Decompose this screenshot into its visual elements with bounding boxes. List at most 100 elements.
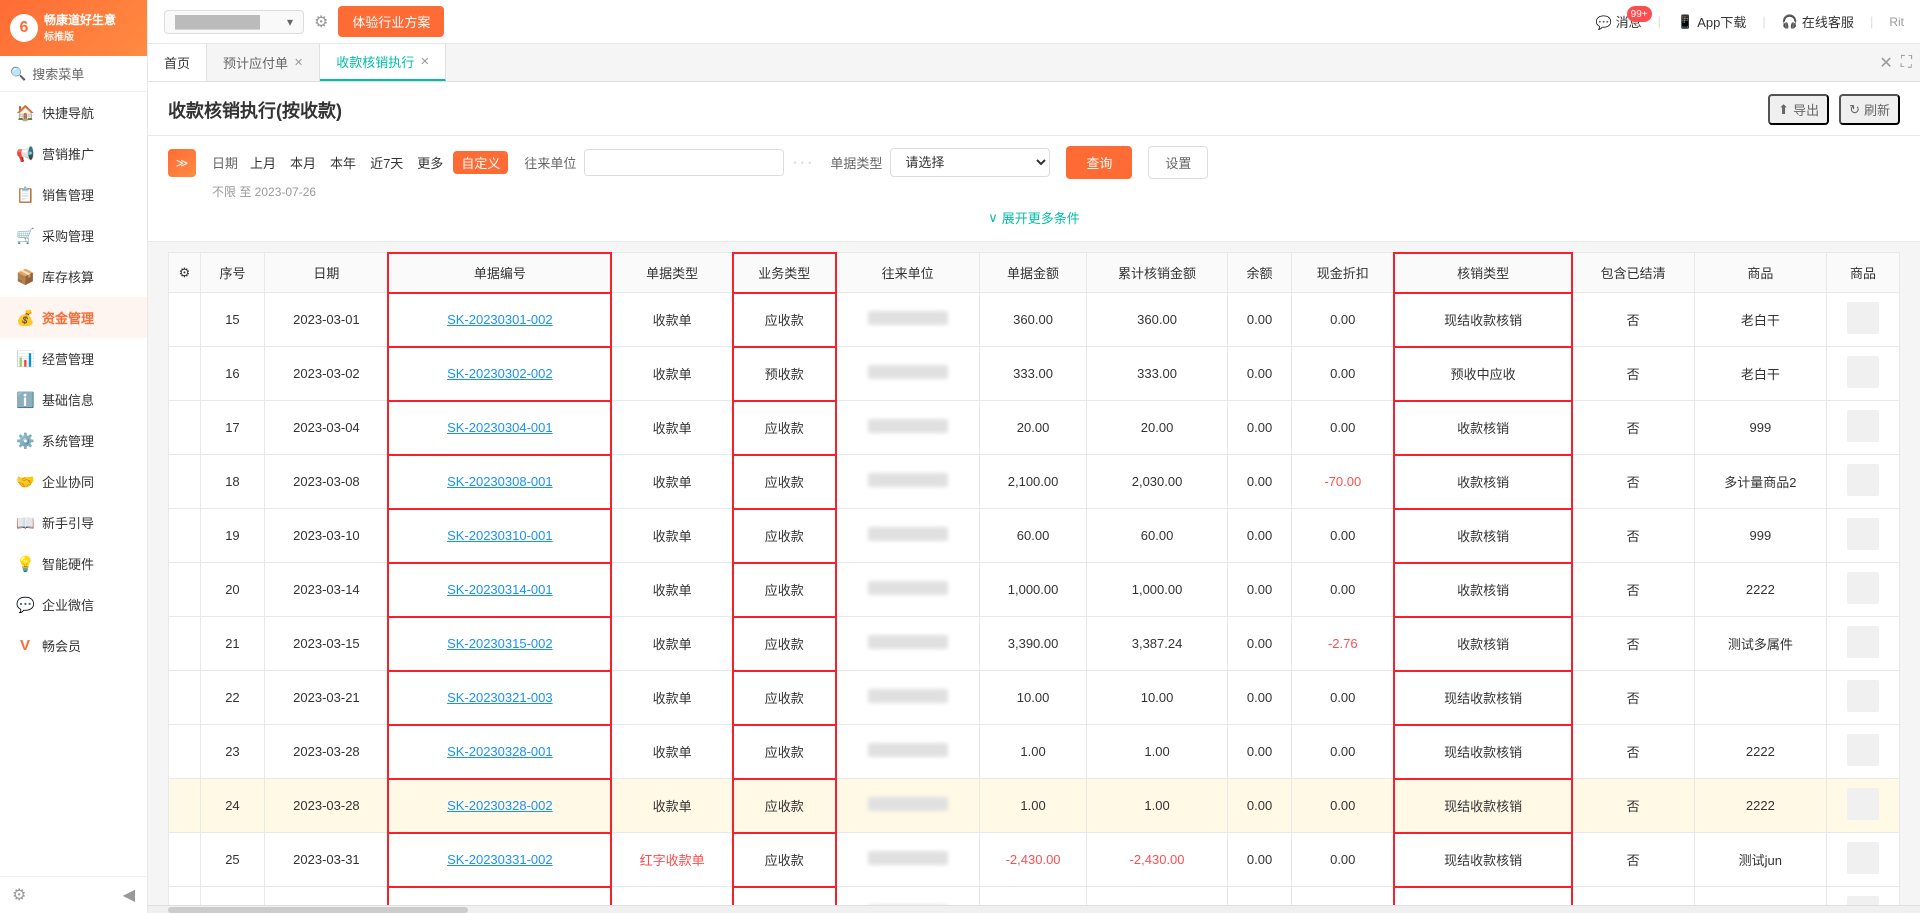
expand-icon[interactable]: ⛶ [1901,54,1912,72]
collapse-icon[interactable]: ◀ [123,885,135,905]
bill-no-link[interactable]: SK-20230331-002 [447,852,553,867]
td-bill-no[interactable]: SK-20230321-003 [388,671,611,725]
tab-receipt-close[interactable]: ✕ [420,55,429,68]
sidebar-item-label: 销售管理 [42,185,94,204]
bill-no-link[interactable]: SK-20230301-002 [447,312,553,327]
td-settings[interactable] [169,725,201,779]
bill-no-link[interactable]: SK-20230310-001 [447,528,553,543]
sidebar-item-system[interactable]: ⚙️ 系统管理 [0,420,147,461]
export-button[interactable]: ⬆ 导出 [1768,94,1829,125]
td-goods2 [1827,887,1900,906]
td-settings[interactable] [169,401,201,455]
query-button[interactable]: 查询 [1066,146,1132,179]
date-opt-last-month[interactable]: 上月 [246,151,280,174]
collab-icon: 🤝 [16,473,34,491]
td-settings[interactable] [169,455,201,509]
td-bill-no[interactable]: SK-20230314-001 [388,563,611,617]
horizontal-scrollbar[interactable] [148,905,1920,913]
td-settings[interactable] [169,563,201,617]
sidebar-item-inventory[interactable]: 📦 库存核算 [0,256,147,297]
td-settings[interactable] [169,671,201,725]
filter-collapse-button[interactable]: ≫ [168,149,196,177]
tab-home[interactable]: 首页 [148,44,207,81]
td-write-off-type: 预收款核销 [1394,887,1572,906]
td-bill-no[interactable]: SK-20230310-001 [388,509,611,563]
td-bill-no[interactable]: SK-20230328-001 [388,725,611,779]
td-settings[interactable] [169,293,201,347]
sidebar-item-quick-nav[interactable]: 🏠 快捷导航 [0,92,147,133]
message-badge[interactable]: 💬 消息 99+ [1596,12,1642,31]
tab-receipt-exec[interactable]: 收款核销执行 ✕ [320,44,446,81]
scrollbar-thumb[interactable] [168,907,468,913]
td-bill-no[interactable]: SK-20230315-002 [388,617,611,671]
solution-button[interactable]: 体验行业方案 [338,6,444,37]
td-goods2 [1827,293,1900,347]
bill-type-select[interactable]: 请选择 [890,148,1050,177]
settings-icon[interactable]: ⚙ [12,885,26,905]
bill-no-link[interactable]: SK-20230304-001 [447,420,553,435]
td-settings[interactable] [169,779,201,833]
bill-no-link[interactable]: SK-20230302-002 [447,366,553,381]
sidebar-item-marketing[interactable]: 📢 营销推广 [0,133,147,174]
td-settings[interactable] [169,617,201,671]
td-write-off-amount: 20.00 [1086,401,1227,455]
partner-input[interactable] [584,149,784,176]
td-settings[interactable] [169,509,201,563]
close-window-icon[interactable]: ✕ [1879,53,1892,73]
td-bill-no[interactable]: SK-20230302-002 [388,347,611,401]
sidebar-item-collab[interactable]: 🤝 企业协同 [0,461,147,502]
app-download[interactable]: 📱 App下载 [1677,12,1746,31]
td-balance: 0.00 [1228,455,1292,509]
bill-no-link[interactable]: SK-20230315-002 [447,636,553,651]
bill-no-link[interactable]: SK-20230328-002 [447,798,553,813]
bill-no-link[interactable]: SK-20230321-003 [447,690,553,705]
org-dropdown[interactable]: ██████████ ▾ [164,10,304,34]
date-opt-more[interactable]: 更多 [413,151,447,174]
expand-row[interactable]: ∨ 展开更多条件 [168,200,1900,231]
bill-no-link[interactable]: SK-20230328-001 [447,744,553,759]
td-bill-no[interactable]: SK-20230304-001 [388,401,611,455]
online-service[interactable]: 🎧 在线客服 [1782,12,1854,31]
sidebar-item-operation[interactable]: 📊 经营管理 [0,338,147,379]
settings-icon[interactable]: ⚙ [314,12,328,32]
td-settings[interactable] [169,347,201,401]
filter-row: ≫ 日期 上月 本月 本年 近7天 更多 自定义 往来单位 [168,146,1900,179]
td-goods: 多计量商品2 [1694,455,1827,509]
date-opt-this-month[interactable]: 本月 [286,151,320,174]
user-name[interactable]: Rit [1889,15,1904,29]
th-settings[interactable]: ⚙ [169,253,201,293]
td-bill-no[interactable]: SK-20230328-002 [388,779,611,833]
sidebar-item-hardware[interactable]: 💡 智能硬件 [0,543,147,584]
sidebar-item-wechat[interactable]: 💬 企业微信 [0,584,147,625]
bill-no-link[interactable]: SK-20230314-001 [447,582,553,597]
tab-payable-close[interactable]: ✕ [294,56,303,69]
sidebar-item-finance[interactable]: 💰 资金管理 [0,297,147,338]
td-settings[interactable] [169,833,201,887]
filter-settings-button[interactable]: 设置 [1148,146,1208,179]
td-bill-no[interactable]: SK-20230308-001 [388,455,611,509]
sidebar-item-sales[interactable]: 📋 销售管理 [0,174,147,215]
refresh-button[interactable]: ↻ 刷新 [1839,94,1900,125]
sidebar-item-purchase[interactable]: 🛒 采购管理 [0,215,147,256]
headset-icon: 🎧 [1782,14,1798,30]
td-balance: 0.00 [1228,833,1292,887]
sidebar-item-member[interactable]: V 畅会员 [0,625,147,666]
td-biz-type: 预收款 [733,887,836,906]
page-actions: ⬆ 导出 ↻ 刷新 [1768,94,1900,125]
td-no: 25 [201,833,265,887]
td-bill-no[interactable]: SK-20230403-002 [388,887,611,906]
date-opt-7days[interactable]: 近7天 [366,151,407,174]
bill-no-link[interactable]: SK-20230308-001 [447,474,553,489]
sidebar-item-guide[interactable]: 📖 新手引导 [0,502,147,543]
sidebar-item-basic[interactable]: ℹ️ 基础信息 [0,379,147,420]
date-opt-this-year[interactable]: 本年 [326,151,360,174]
td-bill-no[interactable]: SK-20230301-002 [388,293,611,347]
td-settings[interactable] [169,887,201,906]
td-goods: 2222 [1694,563,1827,617]
filter-bar: ≫ 日期 上月 本月 本年 近7天 更多 自定义 往来单位 [148,136,1920,242]
tab-payable[interactable]: 预计应付单 ✕ [207,44,320,81]
search-menu[interactable]: 🔍 搜索菜单 [0,56,147,92]
td-bill-no[interactable]: SK-20230331-002 [388,833,611,887]
td-balance: 0.00 [1228,401,1292,455]
date-opt-custom[interactable]: 自定义 [453,151,508,174]
